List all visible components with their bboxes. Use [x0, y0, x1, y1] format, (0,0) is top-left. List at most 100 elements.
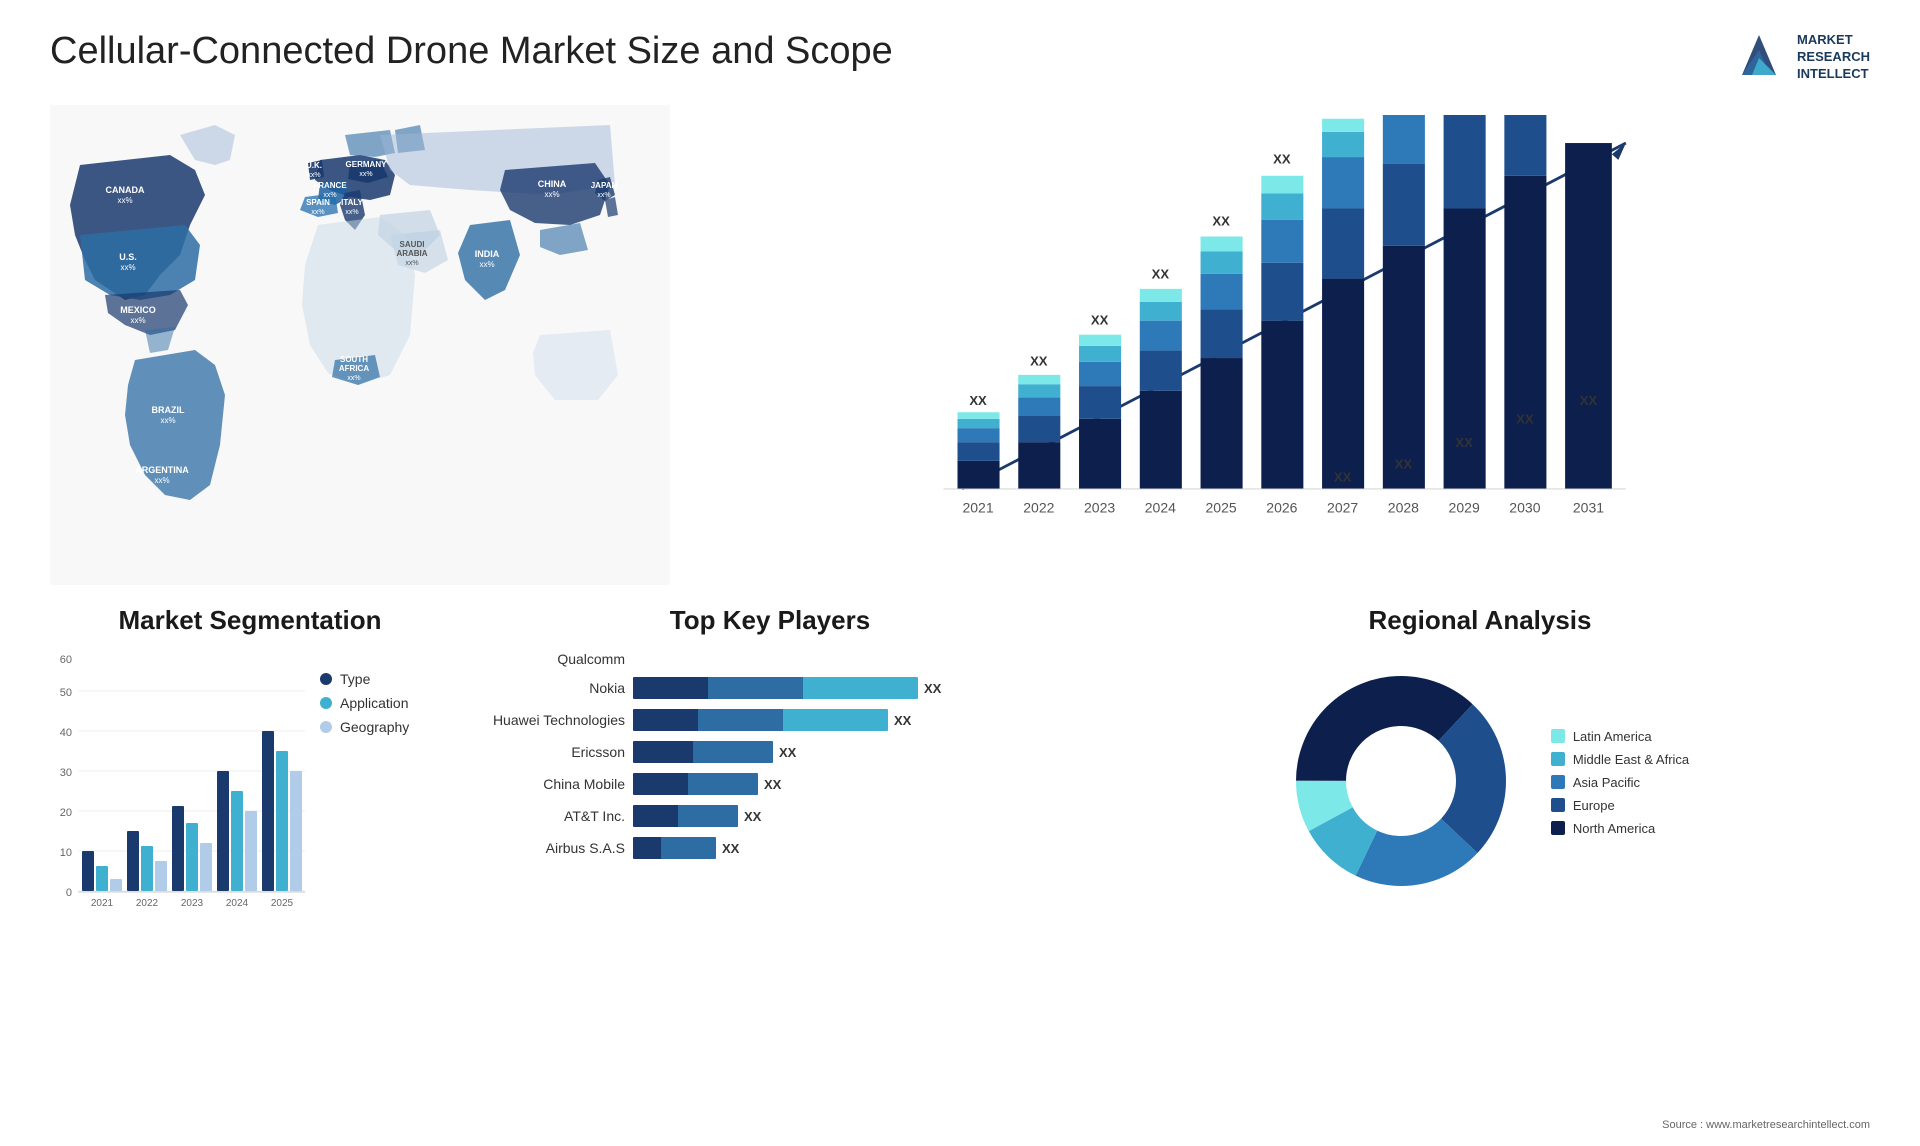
svg-text:xx%: xx%: [120, 263, 135, 272]
svg-text:2026: 2026: [1266, 499, 1297, 515]
growth-chart: XX XX XX XX: [690, 105, 1870, 585]
huawei-bar: [633, 709, 888, 731]
legend-asia-pacific-label: Asia Pacific: [1573, 775, 1640, 790]
legend-north-america: North America: [1551, 821, 1689, 836]
att-bar-seg1: [633, 805, 678, 827]
china-mobile-bar-seg2: [688, 773, 758, 795]
key-players-panel: Top Key Players Qualcomm Nokia XX: [480, 605, 1060, 1035]
player-bar-nokia: XX: [633, 677, 941, 699]
svg-text:xx%: xx%: [117, 196, 132, 205]
svg-text:0: 0: [66, 887, 72, 899]
source-text: Source : www.marketresearchintellect.com: [1662, 1119, 1870, 1131]
svg-text:xx%: xx%: [160, 416, 175, 425]
legend-north-america-label: North America: [1573, 821, 1655, 836]
header: Cellular-Connected Drone Market Size and…: [50, 30, 1870, 85]
player-name-att: AT&T Inc.: [480, 808, 625, 824]
player-row-airbus: Airbus S.A.S XX: [480, 837, 1060, 859]
att-bar-seg2: [678, 805, 738, 827]
airbus-bar: [633, 837, 716, 859]
segmentation-chart-svg: 0 10 20 30 40 50 60: [50, 651, 310, 911]
svg-text:xx%: xx%: [479, 260, 494, 269]
player-bar-china-mobile: XX: [633, 773, 781, 795]
ericsson-bar: [633, 741, 773, 763]
svg-text:CANADA: CANADA: [106, 185, 145, 195]
legend-type: Type: [320, 671, 409, 687]
legend-latin-america: Latin America: [1551, 729, 1689, 744]
airbus-bar-seg2: [661, 837, 716, 859]
legend-asia-pacific: Asia Pacific: [1551, 775, 1689, 790]
segmentation-title: Market Segmentation: [50, 605, 450, 636]
svg-text:xx%: xx%: [130, 316, 145, 325]
ericsson-bar-seg1: [633, 741, 693, 763]
player-bar-ericsson: XX: [633, 741, 796, 763]
svg-text:SPAIN: SPAIN: [306, 198, 330, 207]
player-bar-airbus: XX: [633, 837, 739, 859]
legend-europe-color: [1551, 798, 1565, 812]
bottom-section: Market Segmentation 0 10 20 30 40 50 60: [50, 605, 1870, 1035]
logo-area: MARKET RESEARCH INTELLECT: [1732, 30, 1870, 85]
svg-text:ARGENTINA: ARGENTINA: [135, 465, 189, 475]
svg-text:xx%: xx%: [154, 476, 169, 485]
svg-text:JAPAN: JAPAN: [591, 181, 618, 190]
svg-text:ITALY: ITALY: [341, 198, 363, 207]
regional-legend: Latin America Middle East & Africa Asia …: [1551, 729, 1689, 844]
svg-text:2021: 2021: [962, 499, 993, 515]
regional-panel: Regional Analysis: [1090, 605, 1870, 1035]
brand-logo-icon: [1732, 30, 1787, 85]
regional-donut-svg: [1271, 651, 1531, 911]
page-container: Cellular-Connected Drone Market Size and…: [0, 0, 1920, 1146]
svg-text:50: 50: [60, 687, 72, 699]
legend-application-label: Application: [340, 695, 409, 711]
legend-europe: Europe: [1551, 798, 1689, 813]
nokia-xx: XX: [924, 681, 941, 696]
svg-text:40: 40: [60, 727, 72, 739]
map-svg: CANADA xx% U.S. xx% MEXICO xx% BRAZIL xx…: [50, 105, 670, 575]
svg-text:XX: XX: [1455, 435, 1473, 450]
svg-text:2025: 2025: [1206, 499, 1237, 515]
svg-text:2024: 2024: [226, 898, 249, 909]
nokia-bar-seg2: [708, 677, 803, 699]
player-name-airbus: Airbus S.A.S: [480, 840, 625, 856]
att-xx: XX: [744, 809, 761, 824]
svg-text:2025: 2025: [271, 898, 294, 909]
huawei-xx: XX: [894, 713, 911, 728]
china-mobile-xx: XX: [764, 777, 781, 792]
legend-geography-label: Geography: [340, 719, 409, 735]
player-name-qualcomm: Qualcomm: [480, 651, 625, 667]
top-section: CANADA xx% U.S. xx% MEXICO xx% BRAZIL xx…: [50, 105, 1870, 585]
player-bar-huawei: XX: [633, 709, 911, 731]
svg-text:XX: XX: [1091, 312, 1109, 327]
svg-text:xx%: xx%: [347, 375, 360, 382]
legend-application-dot: [320, 697, 332, 709]
legend-geography-dot: [320, 721, 332, 733]
legend-type-label: Type: [340, 671, 370, 687]
svg-text:FRANCE: FRANCE: [313, 181, 347, 190]
svg-text:U.S.: U.S.: [119, 252, 137, 262]
player-name-ericsson: Ericsson: [480, 744, 625, 760]
svg-text:XX: XX: [1273, 152, 1291, 167]
player-row-ericsson: Ericsson XX: [480, 741, 1060, 763]
svg-text:U.K.: U.K.: [306, 161, 322, 170]
ericsson-xx: XX: [779, 745, 796, 760]
regional-title: Regional Analysis: [1090, 605, 1870, 636]
china-mobile-bar-seg1: [633, 773, 688, 795]
svg-text:XX: XX: [1580, 393, 1598, 408]
svg-text:SAUDI: SAUDI: [400, 240, 425, 249]
player-bar-att: XX: [633, 805, 761, 827]
svg-text:2031: 2031: [1573, 499, 1604, 515]
player-row-att: AT&T Inc. XX: [480, 805, 1060, 827]
svg-text:XX: XX: [1030, 354, 1048, 369]
legend-latin-america-color: [1551, 729, 1565, 743]
world-map: CANADA xx% U.S. xx% MEXICO xx% BRAZIL xx…: [50, 105, 670, 585]
key-players-title: Top Key Players: [480, 605, 1060, 636]
svg-text:xx%: xx%: [597, 192, 610, 199]
player-name-huawei: Huawei Technologies: [480, 712, 625, 728]
svg-text:10: 10: [60, 847, 72, 859]
svg-text:xx%: xx%: [307, 172, 320, 179]
svg-text:2028: 2028: [1388, 499, 1419, 515]
player-name-nokia: Nokia: [480, 680, 625, 696]
legend-geography: Geography: [320, 719, 409, 735]
svg-text:MEXICO: MEXICO: [120, 305, 156, 315]
player-row-nokia: Nokia XX: [480, 677, 1060, 699]
legend-type-dot: [320, 673, 332, 685]
